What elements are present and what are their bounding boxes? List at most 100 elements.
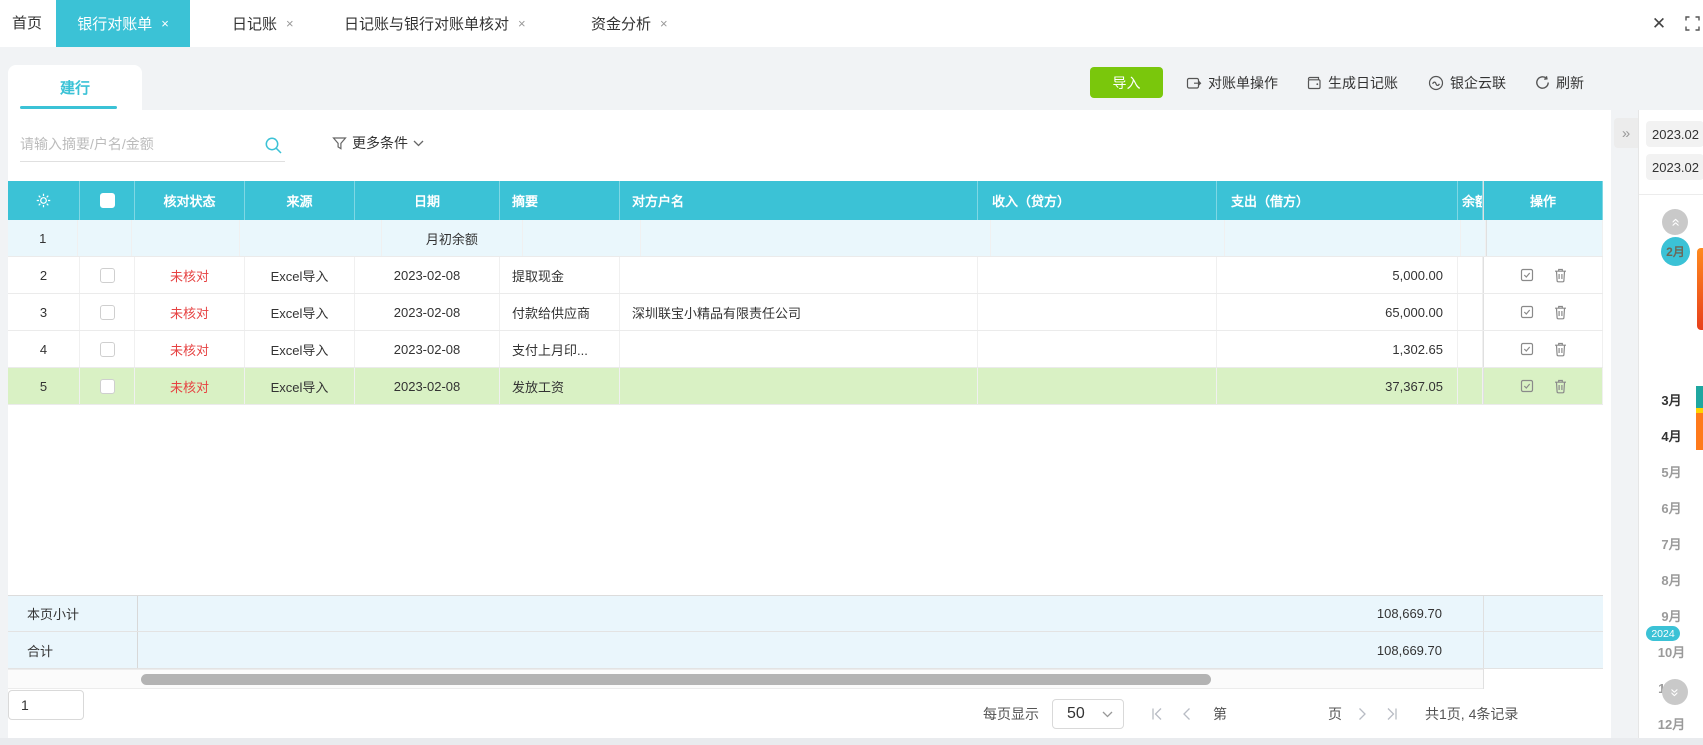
table-row-selected[interactable]: 5 未核对 Excel导入 2023-02-08 发放工资 37,367.05 [8,368,1603,405]
double-chevron-down-icon: » [1666,687,1684,697]
more-filters-button[interactable]: 更多条件 [332,133,424,153]
page-number-input[interactable] [8,690,84,720]
scroll-up-button[interactable]: » [1662,209,1688,235]
tab-fund-analysis[interactable]: 资金分析 × [581,0,678,47]
import-button[interactable]: 导入 [1090,67,1163,98]
account-tab-jianhang[interactable]: 建行 [8,65,142,110]
column-settings-button[interactable] [8,181,80,220]
month-item[interactable]: 7月 [1639,534,1703,553]
status-unchecked: 未核对 [135,368,245,404]
bank-cloud-icon [1428,75,1444,91]
status-unchecked: 未核对 [135,294,245,330]
statement-ops-icon [1186,75,1202,91]
verify-icon[interactable] [1519,304,1535,320]
chevron-down-icon [1102,711,1113,718]
tab-close-icon[interactable]: × [161,16,169,31]
tab-close-icon[interactable]: × [286,16,294,31]
fullscreen-button[interactable] [1681,0,1703,47]
tab-close-icon[interactable]: × [660,16,668,31]
gear-icon [36,193,51,208]
search-input[interactable] [20,128,258,160]
period-from-chip[interactable]: 2023.02 [1646,121,1703,147]
month-item[interactable]: 5月 [1639,462,1703,481]
table-row: 1 月初余额 [8,220,1603,257]
total-amount: 108,669.70 [1376,642,1442,658]
month-item[interactable]: 6月 [1639,498,1703,517]
month-item-selected[interactable]: 2月 [1661,237,1690,266]
search-icon[interactable] [264,136,283,155]
refresh-button[interactable]: 刷新 [1535,67,1584,98]
prev-page-button[interactable] [1180,690,1194,738]
period-to-chip[interactable]: 2023.02 [1646,154,1703,180]
scrollbar-thumb[interactable] [141,674,1211,685]
more-filters-label: 更多条件 [352,135,408,151]
account-tab-label: 建行 [59,80,90,97]
tab-close-icon[interactable]: × [518,16,526,31]
refresh-icon [1535,75,1550,90]
month-item[interactable]: 9月 [1639,606,1703,625]
search-box [20,128,285,162]
window-close-button[interactable]: ✕ [1638,0,1680,47]
delete-icon[interactable] [1553,267,1568,283]
tab-label: 资金分析 [591,16,652,33]
period-panel: 2023.02 2023.02 » 2月 3月 4月 5月 6月 7月 8月 9… [1638,110,1703,738]
first-page-button[interactable] [1150,690,1164,738]
generate-journal-label: 生成日记账 [1328,74,1398,91]
clipped-chart-fragment [1696,386,1703,450]
row-number: 3 [8,294,80,330]
verify-icon[interactable] [1519,267,1535,283]
top-tab-bar: 首页 银行对账单 × 日记账 × 日记账与银行对账单核对 × 资金分析 × ✕ [0,0,1703,47]
tab-bank-statement[interactable]: 银行对账单 × [56,0,190,47]
bottom-strip [0,738,1703,745]
delete-icon[interactable] [1553,378,1568,394]
row-number: 2 [8,257,80,293]
delete-icon[interactable] [1553,341,1568,357]
tab-home[interactable]: 首页 [4,0,50,47]
horizontal-scrollbar[interactable] [8,669,1483,689]
row-checkbox[interactable] [99,378,115,394]
per-page-value: 50 [1067,705,1085,722]
month-item[interactable]: 3月 [1639,390,1703,409]
month-item[interactable]: 12月 [1639,714,1703,733]
delete-icon[interactable] [1553,304,1568,320]
table-row[interactable]: 3 未核对 Excel导入 2023-02-08 付款给供应商 深圳联宝小精品有… [8,294,1603,331]
row-checkbox[interactable] [99,341,115,357]
status-unchecked: 未核对 [135,257,245,293]
tab-journal-vs-statement[interactable]: 日记账与银行对账单核对 × [334,0,536,47]
row-number: 4 [8,331,80,367]
bank-cloud-button[interactable]: 银企云联 [1428,67,1506,98]
filter-funnel-icon [332,136,347,151]
record-count-label: 共1页, 4条记录 [1425,706,1519,722]
month-item[interactable]: 10月 [1639,642,1703,661]
wallet-icon [1306,75,1322,91]
verify-icon[interactable] [1519,378,1535,394]
panel-expand-button[interactable]: » [1614,118,1638,148]
tab-label: 日记账与银行对账单核对 [344,16,510,33]
generate-journal-button[interactable]: 生成日记账 [1306,67,1398,98]
select-all-checkbox[interactable] [99,193,115,208]
double-chevron-up-icon: » [1666,217,1684,227]
statement-ops-button[interactable]: 对账单操作 [1186,67,1278,98]
month-item[interactable]: 8月 [1639,570,1703,589]
verify-icon[interactable] [1519,341,1535,357]
scroll-down-button[interactable]: » [1662,679,1688,705]
tab-label: 日记账 [232,16,278,33]
bank-cloud-label: 银企云联 [1450,74,1506,91]
per-page-select[interactable]: 50 [1052,699,1124,729]
header-counterparty: 对方户名 [620,181,978,220]
last-page-button[interactable] [1385,690,1399,738]
row-checkbox[interactable] [99,267,115,283]
next-page-button[interactable] [1355,690,1369,738]
month-item[interactable]: 4月 [1639,426,1703,445]
page-subtotal-amount: 108,669.70 [1376,606,1442,621]
pagination-bar: 每页显示 50 第 页 共1页, 4条记录 [8,690,1603,738]
table-header-row: 核对状态 来源 日期 摘要 对方户名 收入（贷方） 支出（借方） 余额 操作 [8,181,1603,220]
row-checkbox[interactable] [99,304,115,320]
statement-table: 核对状态 来源 日期 摘要 对方户名 收入（贷方） 支出（借方） 余额 操作 1… [8,181,1603,405]
table-row[interactable]: 4 未核对 Excel导入 2023-02-08 支付上月印... 1,302.… [8,331,1603,368]
opening-balance-cell: 月初余额 [382,220,524,256]
tab-journal[interactable]: 日记账 × [222,0,304,47]
close-icon: ✕ [1651,13,1667,33]
panel-divider [1639,194,1703,195]
table-row[interactable]: 2 未核对 Excel导入 2023-02-08 提取现金 5,000.00 [8,257,1603,294]
